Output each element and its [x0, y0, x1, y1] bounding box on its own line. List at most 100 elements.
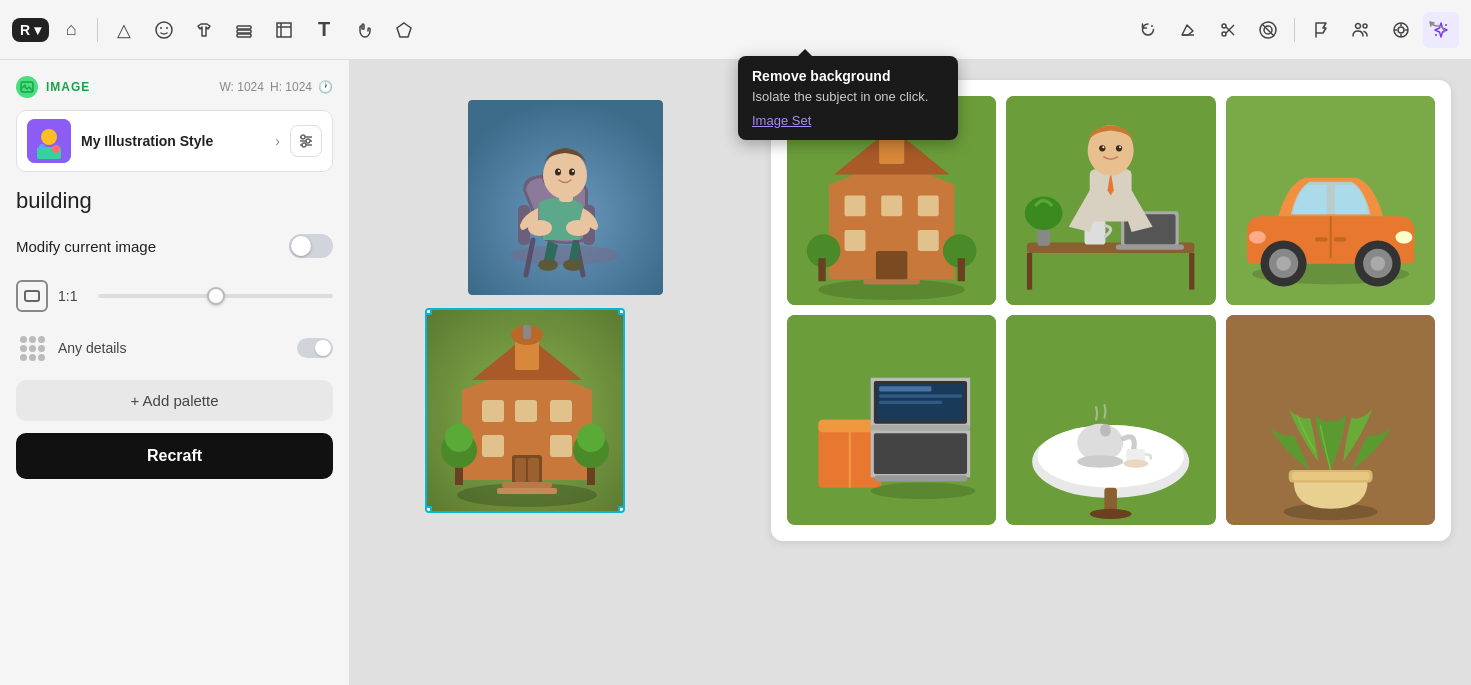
svg-point-11	[1222, 24, 1226, 28]
svg-point-55	[569, 169, 575, 176]
people-icon[interactable]	[1343, 12, 1379, 48]
svg-rect-98	[1027, 253, 1032, 290]
flag-icon[interactable]	[1303, 12, 1339, 48]
toolbar-right	[1130, 12, 1459, 48]
svg-rect-154	[1292, 472, 1369, 480]
crop-icon[interactable]	[266, 12, 302, 48]
svg-point-147	[1077, 456, 1123, 469]
layers-icon[interactable]	[226, 12, 262, 48]
svg-point-112	[1119, 146, 1121, 148]
svg-rect-73	[497, 488, 557, 494]
svg-point-39	[306, 139, 310, 143]
eraser-icon[interactable]	[1170, 12, 1206, 48]
svg-point-21	[1398, 27, 1404, 33]
grid-item-table[interactable]	[1006, 315, 1215, 524]
svg-rect-124	[1315, 237, 1328, 241]
resize-handle-tr[interactable]	[618, 308, 625, 315]
detail-row: Any details	[16, 332, 333, 364]
svg-point-34	[52, 145, 60, 153]
modify-label: Modify current image	[16, 238, 156, 255]
svg-point-150	[1124, 460, 1149, 468]
scissors-icon[interactable]	[1210, 12, 1246, 48]
svg-rect-5	[237, 34, 251, 37]
add-palette-button[interactable]: + Add palette	[16, 380, 333, 421]
grid-item-plant[interactable]	[1226, 315, 1435, 524]
svg-point-49	[566, 220, 590, 236]
canvas-area	[350, 60, 1471, 685]
style-selector[interactable]: My Illustration Style ›	[16, 110, 333, 172]
ratio-slider[interactable]	[98, 294, 333, 298]
brand-arrow: ▾	[34, 22, 41, 38]
remove-bg-tooltip: Remove background Isolate the subject in…	[738, 56, 958, 140]
svg-rect-93	[818, 258, 825, 281]
canvas-image-building-selected[interactable]	[425, 308, 625, 513]
style-name-label: My Illustration Style	[81, 133, 265, 149]
history-icon[interactable]	[1130, 12, 1166, 48]
hand-icon[interactable]	[346, 12, 382, 48]
svg-rect-65	[515, 400, 537, 422]
undo-button[interactable]	[1419, 10, 1455, 46]
svg-rect-137	[879, 401, 942, 404]
target-icon[interactable]	[1383, 12, 1419, 48]
pen-tool-icon[interactable]: △	[106, 12, 142, 48]
svg-rect-68	[550, 435, 572, 457]
style-arrow-icon: ›	[275, 133, 280, 149]
ratio-slider-thumb[interactable]	[207, 287, 225, 305]
recraft-button[interactable]: Recraft	[16, 433, 333, 479]
shirt-icon[interactable]	[186, 12, 222, 48]
shape-icon[interactable]	[386, 12, 422, 48]
svg-rect-85	[845, 195, 866, 216]
svg-point-50	[538, 259, 558, 271]
svg-rect-132	[875, 475, 967, 481]
svg-rect-67	[482, 435, 504, 457]
svg-rect-138	[871, 425, 970, 430]
svg-point-1	[160, 27, 162, 29]
remove-bg-icon[interactable]	[1250, 12, 1286, 48]
text-icon[interactable]: T	[306, 12, 342, 48]
svg-rect-91	[863, 279, 920, 284]
grid-item-laptop[interactable]	[787, 315, 996, 524]
image-height: H: 1024	[270, 80, 312, 94]
grid-item-office-man[interactable]	[1006, 96, 1215, 305]
svg-rect-125	[1333, 237, 1346, 241]
ratio-icon	[16, 280, 48, 312]
canvas-image-woman[interactable]	[468, 100, 663, 295]
detail-toggle[interactable]	[297, 338, 333, 358]
brand-button[interactable]: R ▾	[12, 18, 49, 42]
tooltip-subtitle: Isolate the subject in one click.	[752, 87, 944, 107]
panel-type-label: IMAGE	[46, 80, 90, 94]
tooltip-link[interactable]: Image Set	[752, 111, 811, 131]
image-grid	[787, 96, 1435, 525]
svg-point-12	[1222, 32, 1226, 36]
svg-point-48	[528, 220, 552, 236]
svg-point-51	[563, 259, 583, 271]
svg-point-120	[1370, 256, 1385, 271]
resize-handle-bl[interactable]	[425, 506, 432, 513]
resize-handle-tl[interactable]	[425, 308, 432, 315]
svg-point-110	[1116, 145, 1122, 151]
svg-point-9	[1151, 25, 1153, 27]
svg-point-38	[301, 135, 305, 139]
grid-item-car[interactable]	[1226, 96, 1435, 305]
face-icon[interactable]	[146, 12, 182, 48]
resize-handle-br[interactable]	[618, 506, 625, 513]
top-toolbar: R ▾ ⌂ △ T	[0, 0, 1471, 60]
svg-point-33	[39, 144, 45, 150]
image-grid-panel	[771, 80, 1451, 541]
modify-row: Modify current image	[16, 234, 333, 258]
panel-header: IMAGE W: 1024 H: 1024 🕐	[16, 76, 333, 98]
svg-point-76	[445, 424, 473, 452]
svg-rect-90	[876, 251, 907, 280]
style-adjust-button[interactable]	[290, 125, 322, 157]
svg-point-79	[577, 424, 605, 452]
svg-rect-135	[879, 386, 931, 391]
svg-rect-131	[874, 434, 967, 475]
home-icon[interactable]: ⌂	[53, 12, 89, 48]
svg-rect-95	[958, 258, 965, 281]
svg-rect-72	[502, 482, 552, 488]
modify-toggle[interactable]	[289, 234, 333, 258]
svg-point-117	[1276, 256, 1291, 271]
tooltip-title: Remove background	[752, 66, 944, 87]
style-thumbnail	[27, 119, 71, 163]
svg-rect-4	[237, 30, 251, 33]
